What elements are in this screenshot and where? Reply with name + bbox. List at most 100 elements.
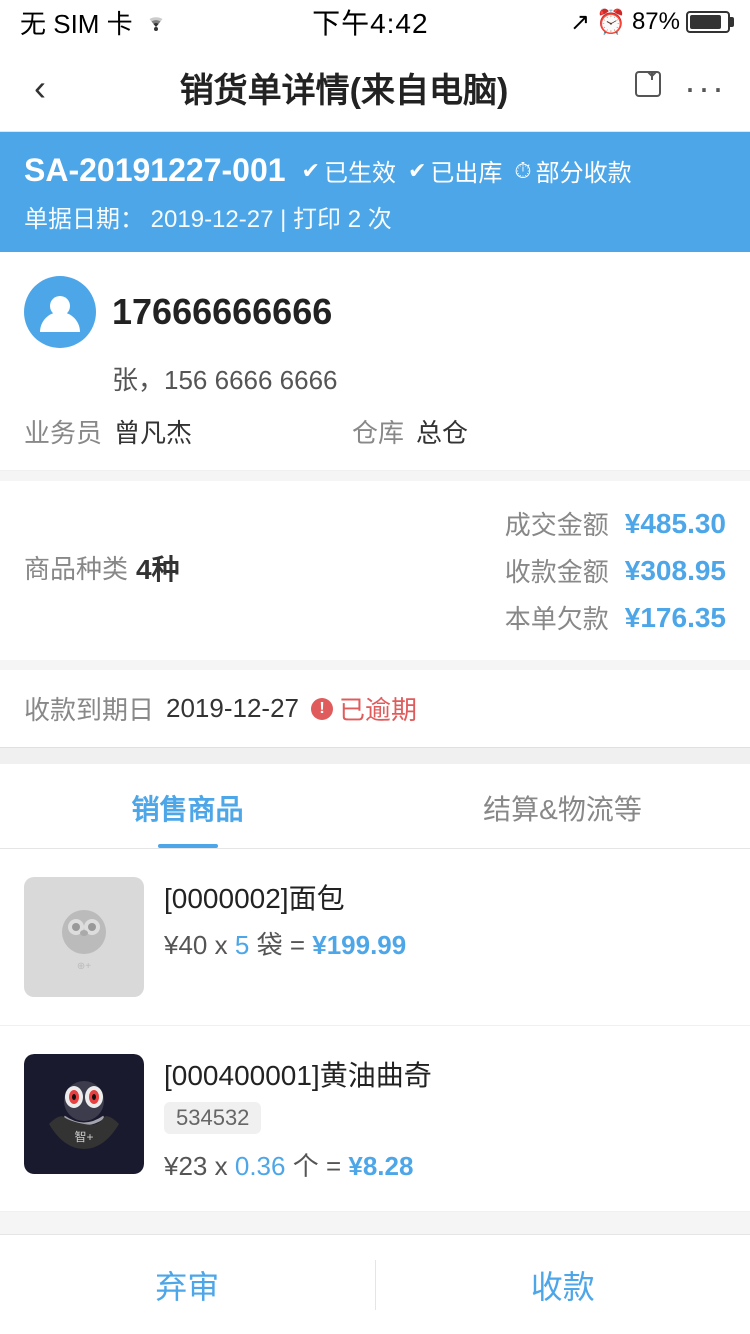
print-count: 2	[348, 206, 361, 233]
back-button[interactable]: ‹	[24, 57, 56, 119]
overdue-icon: !	[311, 698, 333, 720]
product-kind-item: 商品种类 4种	[24, 548, 180, 588]
nav-actions: ···	[632, 67, 726, 109]
overdue-text: 已逾期	[339, 690, 417, 727]
due-date: 2019-12-27	[166, 693, 299, 724]
tabs-container: 销售商品 结算&物流等	[0, 764, 750, 849]
due-section: 收款到期日 2019-12-27 ! 已逾期	[0, 670, 750, 748]
customer-sub: 张，156 6666 6666	[112, 360, 726, 397]
sales-item: 业务员 曾凡杰	[24, 413, 192, 450]
status-badges: ✔ 已生效 ✔ 已出库 ⏱ 部分收款	[302, 153, 632, 188]
stats-right: 成交金额 ¥485.30 收款金额 ¥308.95 本单欠款 ¥176.35	[505, 505, 726, 636]
confirm-button[interactable]: 收款	[376, 1242, 750, 1328]
amount3-row: 本单欠款 ¥176.35	[505, 599, 726, 636]
battery-icon	[686, 11, 730, 33]
warehouse-label: 仓库	[352, 413, 404, 450]
order-banner: SA-20191227-001 ✔ 已生效 ✔ 已出库 ⏱ 部分收款 单据日期：…	[0, 132, 750, 252]
product-total-2: ¥8.28	[348, 1151, 413, 1181]
kind-value: 4种	[136, 548, 180, 588]
product-qty-2: 0.36	[235, 1151, 286, 1181]
product-total-1: ¥199.99	[312, 930, 406, 960]
order-id: SA-20191227-001	[24, 152, 286, 189]
customer-section: 17666666666 张，156 6666 6666 业务员 曾凡杰 仓库 总…	[0, 252, 750, 471]
svg-text:⊕+: ⊕+	[77, 961, 91, 972]
check-icon-1: ✔	[302, 158, 320, 184]
share-icon[interactable]	[632, 68, 664, 108]
amount3-label: 本单欠款	[505, 599, 609, 636]
status-badge-partial: ⏱ 部分收款	[514, 153, 631, 188]
amount1-value: ¥485.30	[625, 508, 726, 540]
list-item: 智+ [000400001]黄油曲奇 534532 ¥23 x 0.36 个 =…	[0, 1026, 750, 1212]
product-price-2: ¥23	[164, 1151, 207, 1181]
product-thumb-1: ⊕+	[24, 877, 144, 997]
page-title: 销货单详情(来自电脑)	[180, 63, 509, 112]
banner-meta: 单据日期： 2019-12-27 | 打印 2 次	[24, 199, 726, 234]
status-badge-shipped: ✔ 已出库	[408, 153, 502, 188]
product-name-2: [000400001]黄油曲奇	[164, 1054, 726, 1094]
check-icon-2: ✔	[408, 158, 426, 184]
print-label: 打印	[293, 206, 341, 233]
status-time: 下午4:42	[312, 2, 429, 42]
customer-top: 17666666666	[24, 276, 726, 348]
status-left: 无 SIM 卡	[20, 4, 171, 41]
svg-text:智+: 智+	[74, 1129, 93, 1144]
meta-date-value: 2019-12-27	[151, 206, 274, 233]
product-name-1: [0000002]面包	[164, 877, 726, 917]
status-bar: 无 SIM 卡 下午4:42 ↗ ⏰ 87%	[0, 0, 750, 44]
wifi-icon	[141, 7, 171, 38]
amount1-label: 成交金额	[505, 505, 609, 542]
customer-phone: 17666666666	[112, 291, 332, 333]
amount2-row: 收款金额 ¥308.95	[505, 552, 726, 589]
print-unit: 次	[368, 206, 392, 233]
status-badge-active: ✔ 已生效	[302, 153, 396, 188]
customer-meta: 业务员 曾凡杰 仓库 总仓	[24, 413, 726, 450]
kind-label: 商品种类	[24, 549, 128, 586]
stats-section: 商品种类 4种 成交金额 ¥485.30 收款金额 ¥308.95 本单欠款 ¥…	[0, 481, 750, 660]
product-qty-1: 5	[235, 930, 249, 960]
tab-settlement[interactable]: 结算&物流等	[375, 764, 750, 848]
amount1-row: 成交金额 ¥485.30	[505, 505, 726, 542]
amount2-label: 收款金额	[505, 552, 609, 589]
thumb-placeholder-1: ⊕+	[24, 877, 144, 997]
avatar	[24, 276, 96, 348]
battery-text: 87%	[632, 8, 680, 36]
clock-icon: ⏱	[514, 158, 531, 184]
carrier-text: 无 SIM 卡	[20, 4, 133, 41]
due-label: 收款到期日	[24, 690, 154, 727]
product-unit-2: 个	[293, 1151, 319, 1181]
warehouse-item: 仓库 总仓	[352, 413, 468, 450]
product-thumb-2: 智+	[24, 1054, 144, 1174]
bottom-bar: 弃审 收款	[0, 1234, 750, 1334]
cancel-button[interactable]: 弃审	[0, 1242, 375, 1328]
amount2-value: ¥308.95	[625, 555, 726, 587]
warehouse-name: 总仓	[416, 413, 468, 450]
more-icon[interactable]: ···	[684, 67, 726, 109]
banner-top: SA-20191227-001 ✔ 已生效 ✔ 已出库 ⏱ 部分收款	[24, 152, 726, 189]
sales-label: 业务员	[24, 413, 102, 450]
status-right: ↗ ⏰ 87%	[570, 8, 730, 37]
product-image-2: 智+	[24, 1054, 144, 1174]
product-info-1: [0000002]面包 ¥40 x 5 袋 = ¥199.99	[164, 877, 726, 962]
product-price-row-1: ¥40 x 5 袋 = ¥199.99	[164, 925, 726, 962]
nav-bar: ‹ 销货单详情(来自电脑) ···	[0, 44, 750, 132]
stats-left: 商品种类 4种	[24, 505, 180, 636]
status-shipped-label: 已出库	[430, 153, 502, 188]
tab-settlement-label: 结算&物流等	[483, 794, 642, 825]
alarm-icon: ⏰	[596, 8, 626, 37]
product-unit-1: 袋	[257, 930, 283, 960]
tab-sales-label: 销售商品	[131, 794, 243, 825]
location-icon: ↗	[570, 8, 590, 37]
status-active-label: 已生效	[324, 153, 396, 188]
amount3-value: ¥176.35	[625, 602, 726, 634]
tab-sales-products[interactable]: 销售商品	[0, 764, 375, 848]
product-info-2: [000400001]黄油曲奇 534532 ¥23 x 0.36 个 = ¥8…	[164, 1054, 726, 1183]
list-item: ⊕+ [0000002]面包 ¥40 x 5 袋 = ¥199.99	[0, 849, 750, 1026]
status-partial-label: 部分收款	[536, 153, 632, 188]
overdue-badge: ! 已逾期	[311, 690, 417, 727]
product-price-row-2: ¥23 x 0.36 个 = ¥8.28	[164, 1146, 726, 1183]
product-price-1: ¥40	[164, 930, 207, 960]
meta-date-label: 单据日期：	[24, 206, 144, 233]
product-list: ⊕+ [0000002]面包 ¥40 x 5 袋 = ¥199.99	[0, 849, 750, 1212]
sales-name: 曾凡杰	[114, 413, 192, 450]
product-batch-2: 534532	[164, 1102, 261, 1134]
